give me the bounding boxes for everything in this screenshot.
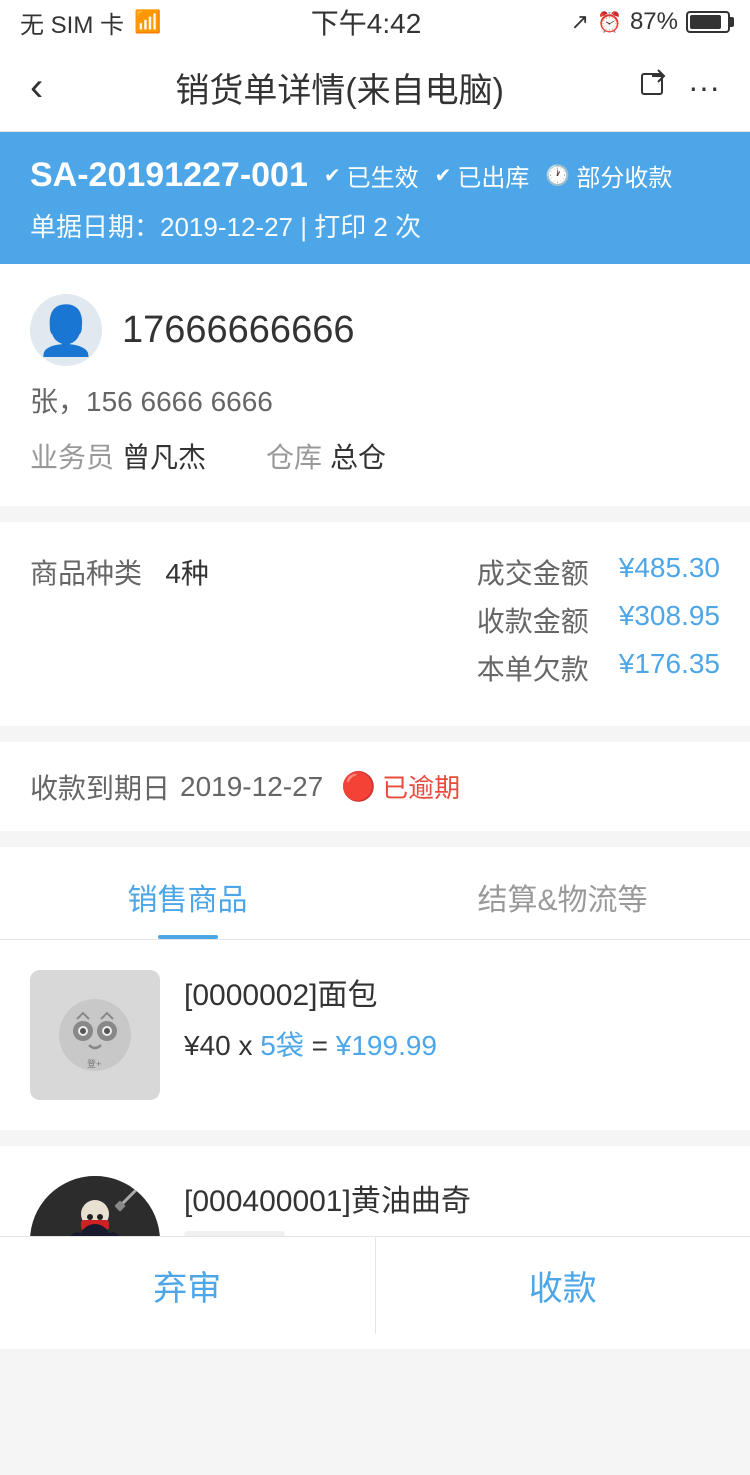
tab-settlement[interactable]: 结算&物流等	[375, 847, 750, 939]
product-thumb-1: 登+	[30, 970, 160, 1100]
status-badge-partial: 🕐 部分收款	[545, 158, 672, 193]
stats-section: 商品种类 4种 成交金额 ¥485.30 收款金额 ¥308.95 本单欠款 ¥…	[0, 522, 750, 726]
battery-fill	[690, 15, 721, 29]
type-value: 4种	[165, 558, 209, 589]
product-price-1: ¥40 x 5袋 = ¥199.99	[184, 1024, 720, 1064]
received-value: ¥308.95	[619, 600, 720, 640]
status-right: ↗ ⏰ 87%	[571, 8, 730, 36]
sales-label: 业务员	[30, 436, 114, 476]
debt-value: ¥176.35	[619, 648, 720, 688]
customer-name-phone: 张，156 6666 6666	[30, 380, 720, 420]
product-info-1: [0000002]面包 ¥40 x 5袋 = ¥199.99	[184, 970, 720, 1064]
customer-section: 👤 17666666666 张，156 6666 6666 业务员 曾凡杰 仓库…	[0, 264, 750, 506]
status-badge-shipped: ✔ 已出库	[435, 158, 530, 193]
price-base-1: ¥40	[184, 1030, 231, 1061]
received-label: 收款金额	[477, 600, 589, 640]
avatar: 👤	[30, 294, 102, 366]
back-button[interactable]: ‹	[30, 65, 43, 110]
check-icon-2: ✔	[435, 163, 452, 188]
product-code-1: [0000002]面包	[184, 970, 720, 1014]
nav-actions: ···	[636, 68, 720, 108]
due-section: 收款到期日 2019-12-27 🔴 已逾期	[0, 742, 750, 831]
debt-row: 本单欠款 ¥176.35	[477, 648, 720, 688]
warehouse-label: 仓库	[266, 436, 322, 476]
amount-row: 成交金额 ¥485.30	[477, 552, 720, 592]
warehouse-meta: 仓库 总仓	[266, 436, 386, 476]
debt-label: 本单欠款	[477, 648, 589, 688]
carrier-label: 无 SIM 卡	[20, 5, 124, 40]
warehouse-value: 总仓	[330, 436, 386, 476]
overdue-badge: 🔴 已逾期	[333, 766, 468, 807]
stats-types: 商品种类 4种	[30, 552, 209, 592]
product-item: 登+ [0000002]面包 ¥40 x 5袋 = ¥199.99	[0, 940, 750, 1130]
customer-meta: 业务员 曾凡杰 仓库 总仓	[30, 436, 720, 476]
order-date: 单据日期：2019-12-27 | 打印 2 次	[30, 207, 720, 244]
overdue-label: 已逾期	[382, 768, 460, 805]
owl-icon: 登+	[55, 995, 135, 1075]
amount-value: ¥485.30	[619, 552, 720, 592]
product-code-2: [000400001]黄油曲奇	[184, 1176, 720, 1220]
status-time: 下午4:42	[311, 2, 422, 42]
status-bar: 无 SIM 卡 📶 下午4:42 ↗ ⏰ 87%	[0, 0, 750, 44]
status-left: 无 SIM 卡 📶	[20, 5, 161, 40]
confirm-button[interactable]: 收款	[376, 1237, 750, 1334]
nav-bar: ‹ 销货单详情(来自电脑) ···	[0, 44, 750, 132]
price-total-1: ¥199.99	[336, 1030, 437, 1061]
share-button[interactable]	[636, 68, 668, 108]
due-date: 2019-12-27	[180, 771, 323, 803]
overdue-icon: 🔴	[341, 770, 376, 803]
location-icon: ↗	[571, 9, 589, 35]
order-header: SA-20191227-001 ✔ 已生效 ✔ 已出库 🕐 部分收款 单据日期：…	[0, 132, 750, 264]
sales-value: 曾凡杰	[122, 436, 206, 476]
received-row: 收款金额 ¥308.95	[477, 600, 720, 640]
tab-products[interactable]: 销售商品	[0, 847, 375, 939]
clock-icon: 🕐	[545, 163, 570, 188]
page-title: 销货单详情(来自电脑)	[175, 63, 504, 112]
due-label: 收款到期日	[30, 767, 170, 807]
amount-label: 成交金额	[477, 552, 589, 592]
svg-text:登+: 登+	[87, 1059, 101, 1069]
battery-percent: 87%	[630, 8, 678, 36]
more-button[interactable]: ···	[688, 69, 720, 106]
wifi-icon: 📶	[134, 9, 161, 35]
order-id: SA-20191227-001	[30, 156, 308, 195]
separator-1	[0, 831, 750, 847]
stats-amounts: 成交金额 ¥485.30 收款金额 ¥308.95 本单欠款 ¥176.35	[477, 552, 720, 696]
alarm-icon: ⏰	[597, 10, 622, 35]
price-qty-1: 5袋	[260, 1030, 304, 1061]
bottom-bar: 弃审 收款	[0, 1236, 750, 1334]
bottom-spacer	[0, 1365, 750, 1475]
type-label: 商品种类	[30, 558, 142, 589]
cancel-button[interactable]: 弃审	[0, 1237, 376, 1334]
battery-indicator	[686, 11, 730, 33]
tabs-bar: 销售商品 结算&物流等	[0, 847, 750, 940]
check-icon-1: ✔	[324, 163, 341, 188]
product-list: 登+ [0000002]面包 ¥40 x 5袋 = ¥199.99	[0, 940, 750, 1475]
avatar-icon: 👤	[36, 302, 96, 359]
sales-meta: 业务员 曾凡杰	[30, 436, 206, 476]
status-badge-active: ✔ 已生效	[324, 158, 419, 193]
customer-id: 17666666666	[122, 309, 354, 352]
